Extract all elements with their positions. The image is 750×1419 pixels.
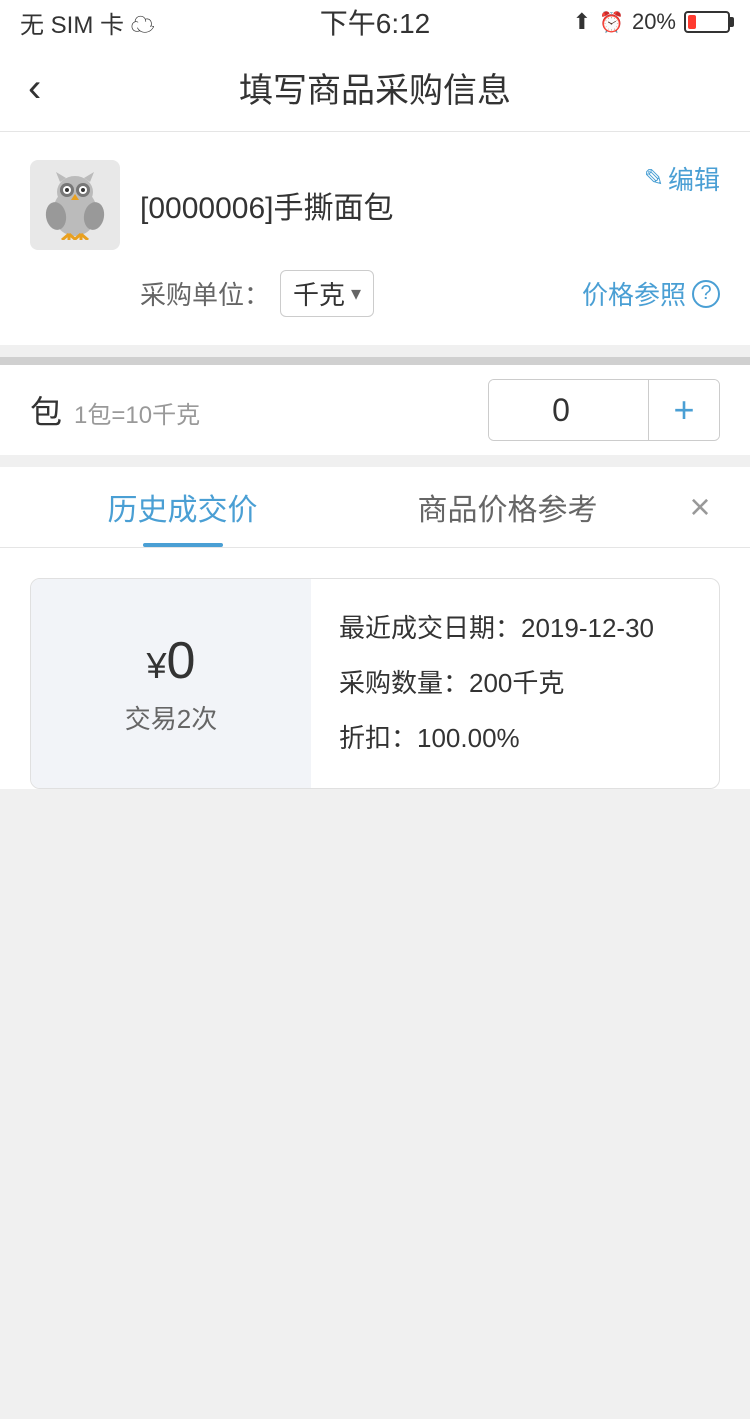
card-left: ¥0 交易2次 [31,579,311,788]
purchase-qty-label: 采购数量： [339,668,469,698]
price-value: 0 [167,632,196,690]
tab-product-label: 商品价格参考 [418,485,598,529]
section-divider [0,357,750,365]
price-symbol: ¥ [147,645,167,686]
card-right: 最近成交日期：2019-12-30 采购数量：200千克 折扣：100.00% [311,579,719,788]
history-card: ¥0 交易2次 最近成交日期：2019-12-30 采购数量：200千克 折扣：… [30,578,720,789]
recent-date-value: 2019-12-30 [521,613,654,643]
battery-pct: 20% [632,9,676,35]
nav-bar: ‹ 填写商品采购信息 [0,44,750,132]
product-unit-row: 采购单位： 千克 ▾ 价格参照 ? [140,270,720,317]
purchase-qty-value: 200千克 [469,668,564,698]
product-section: [0000006]手撕面包 ✎ 编辑 采购单位： 千克 ▾ 价格参照 ? [0,132,750,345]
product-name: [0000006]手撕面包 [140,183,393,227]
status-time: 下午6:12 [320,2,431,42]
quantity-input[interactable] [489,380,649,440]
main-content-area [0,819,750,1419]
edit-icon: ✎ [644,164,664,193]
product-header: [0000006]手撕面包 ✎ 编辑 [30,160,720,250]
card-price: ¥0 [147,631,196,691]
unit-dropdown-arrow: ▾ [351,281,361,306]
back-button[interactable]: ‹ [28,68,41,108]
close-button[interactable]: × [670,477,730,537]
battery-icon [684,11,730,33]
quantity-plus-button[interactable]: + [649,380,719,440]
price-ref-label: 价格参照 [582,275,686,312]
quantity-label-group: 包 1包=10千克 [30,387,200,433]
discount-value: 100.00% [417,723,520,753]
bottom-panel: 历史成交价 商品价格参考 × ¥0 交易2次 最近成交日期：2019-12-30… [0,467,750,789]
discount-label: 折扣： [339,723,417,753]
unit-value: 千克 [293,275,345,312]
gps-icon: ⬆ [573,9,591,35]
tab-active-underline [143,543,223,547]
quantity-unit: 包 [30,387,62,433]
trade-count: 交易2次 [125,699,217,736]
status-bar: 无 SIM 卡 ☁ 下午6:12 ⬆ ⏰ 20% [0,0,750,44]
product-image [30,160,120,250]
alarm-icon: ⏰ [599,10,624,35]
tabs-row: 历史成交价 商品价格参考 × [0,467,750,548]
price-ref-help-icon: ? [692,280,720,308]
recent-date-label: 最近成交日期： [339,613,521,643]
tab-product-price[interactable]: 商品价格参考 [345,467,670,547]
quantity-conversion: 1包=10千克 [74,395,200,430]
unit-select[interactable]: 千克 ▾ [280,270,374,317]
edit-label: 编辑 [668,160,720,197]
quantity-section: 包 1包=10千克 + [0,365,750,455]
tab-history-label: 历史成交价 [108,485,258,529]
product-logo [40,170,110,240]
discount-row: 折扣：100.00% [339,719,691,758]
page-title: 填写商品采购信息 [239,63,511,112]
edit-button[interactable]: ✎ 编辑 [644,160,720,197]
product-left: [0000006]手撕面包 [30,160,393,250]
status-right: ⬆ ⏰ 20% [573,9,730,35]
recent-date-row: 最近成交日期：2019-12-30 [339,609,691,648]
price-ref-button[interactable]: 价格参照 ? [582,275,720,312]
quantity-input-group: + [488,379,720,441]
status-left: 无 SIM 卡 ☁ [20,5,155,40]
tab-history-price[interactable]: 历史成交价 [20,467,345,547]
unit-label: 采购单位： [140,275,270,312]
purchase-qty-row: 采购数量：200千克 [339,664,691,703]
sim-status: 无 SIM 卡 ☁ [20,5,155,40]
